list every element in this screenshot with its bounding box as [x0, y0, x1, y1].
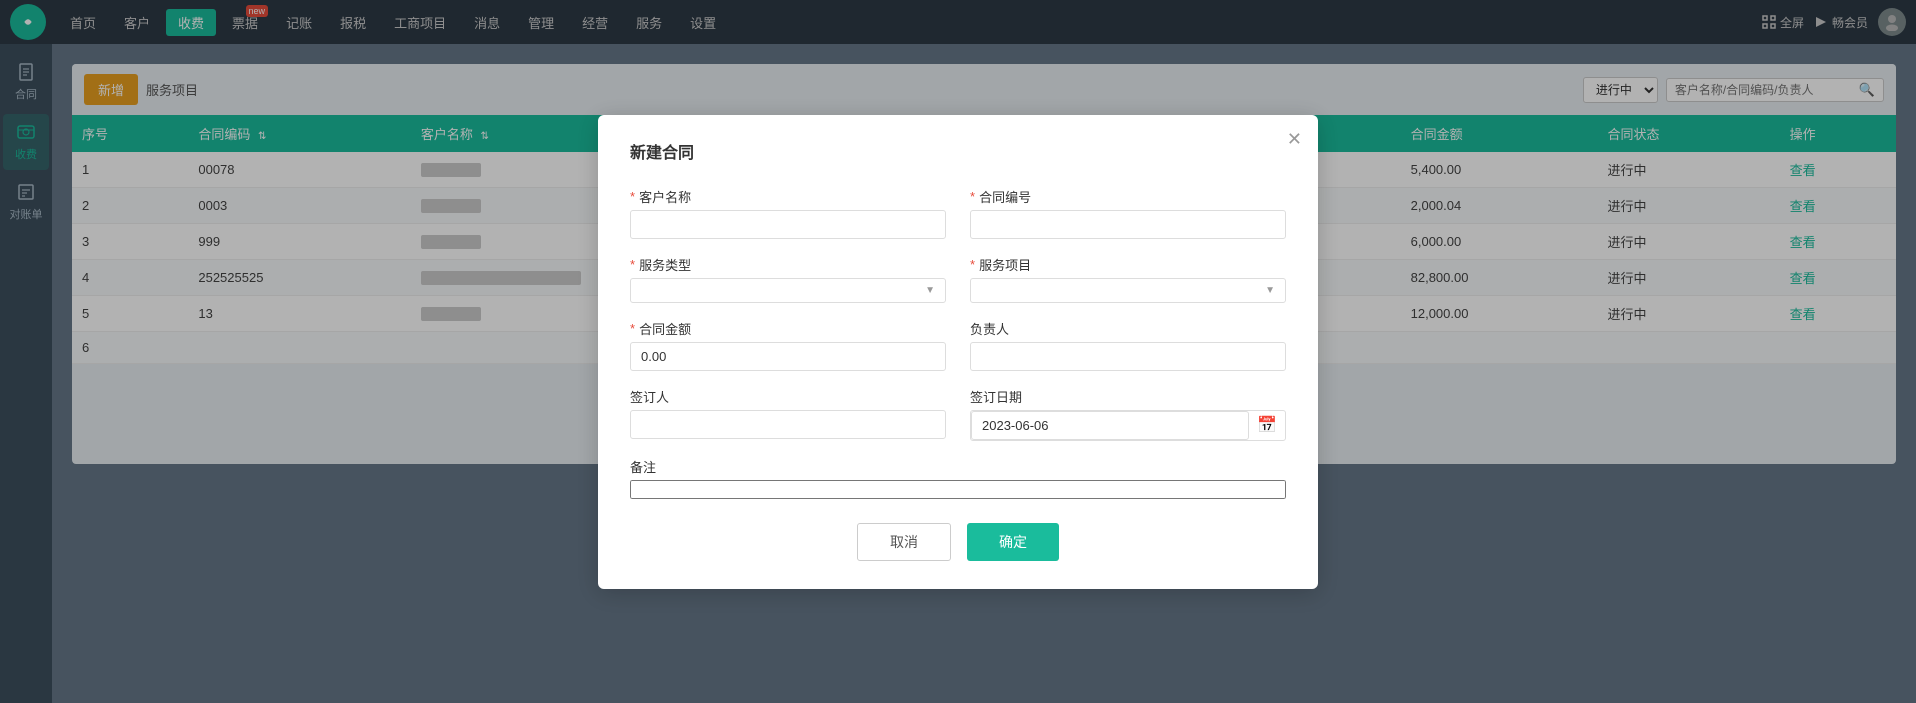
contract-no-input[interactable]: [970, 210, 1286, 239]
modal-overlay: ✕ 新建合同 * 客户名称 * 合同编号 * 服务类型: [0, 0, 1916, 703]
sign-date-input[interactable]: [971, 411, 1249, 440]
client-name-field: * 客户名称: [630, 187, 946, 239]
responsible-label: 负责人: [970, 319, 1286, 338]
signer-label: 签订人: [630, 387, 946, 406]
client-name-label: * 客户名称: [630, 187, 946, 206]
contract-no-label: * 合同编号: [970, 187, 1286, 206]
remark-label: 备注: [630, 457, 1286, 476]
signer-input[interactable]: [630, 410, 946, 439]
responsible-input[interactable]: [970, 342, 1286, 371]
amount-field: * 合同金额: [630, 319, 946, 371]
cancel-button[interactable]: 取消: [857, 523, 951, 561]
service-type-select[interactable]: ▼: [630, 278, 946, 303]
amount-input[interactable]: [630, 342, 946, 371]
modal-close-button[interactable]: ✕: [1287, 129, 1302, 150]
remark-input[interactable]: [630, 480, 1286, 499]
sign-date-label: 签订日期: [970, 387, 1286, 406]
confirm-button[interactable]: 确定: [967, 523, 1059, 561]
responsible-field: 负责人: [970, 319, 1286, 371]
modal-title: 新建合同: [630, 139, 1286, 163]
client-name-input[interactable]: [630, 210, 946, 239]
modal-box: ✕ 新建合同 * 客户名称 * 合同编号 * 服务类型: [598, 115, 1318, 589]
calendar-icon[interactable]: 📅: [1249, 415, 1285, 435]
amount-label: * 合同金额: [630, 319, 946, 338]
service-item-arrow: ▼: [1265, 285, 1275, 296]
service-item-select[interactable]: ▼: [970, 278, 1286, 303]
modal-actions: 取消 确定: [630, 523, 1286, 561]
sign-date-field: 签订日期 📅: [970, 387, 1286, 441]
remark-section: 备注: [630, 457, 1286, 499]
contract-no-field: * 合同编号: [970, 187, 1286, 239]
date-field-box: 📅: [970, 410, 1286, 441]
service-type-field: * 服务类型 ▼: [630, 255, 946, 303]
service-item-label: * 服务项目: [970, 255, 1286, 274]
form-section-1: * 客户名称 * 合同编号 * 服务类型 ▼: [630, 187, 1286, 441]
service-type-arrow: ▼: [925, 285, 935, 296]
signer-field: 签订人: [630, 387, 946, 441]
service-type-label: * 服务类型: [630, 255, 946, 274]
service-item-field: * 服务项目 ▼: [970, 255, 1286, 303]
